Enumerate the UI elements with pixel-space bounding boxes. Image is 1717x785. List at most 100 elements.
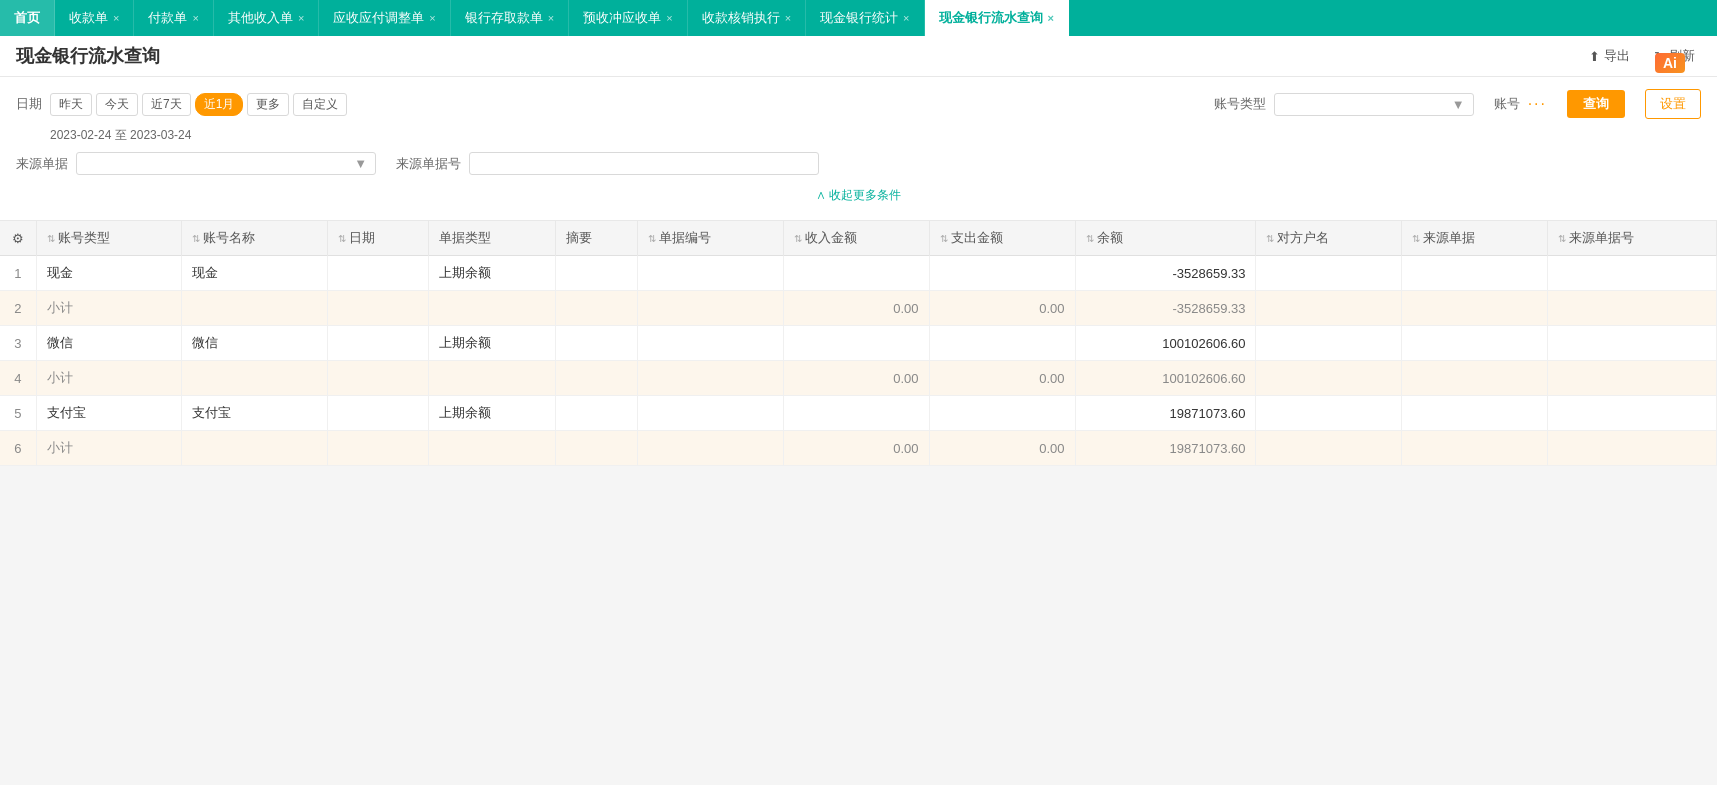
cell-account-type: 微信 <box>36 326 182 361</box>
page-title: 现金银行流水查询 <box>16 44 160 68</box>
cell-account-type: 现金 <box>36 256 182 291</box>
cell-counterpart <box>1256 361 1402 396</box>
source-doc-no-input[interactable] <box>469 152 819 175</box>
filter-area: 日期 昨天 今天 近7天 近1月 更多 自定义 账号类型 ▼ 账号 ··· 查询… <box>0 77 1717 221</box>
cell-counterpart <box>1256 326 1402 361</box>
ai-badge[interactable]: Ai <box>1655 53 1685 73</box>
account-more-button[interactable]: ··· <box>1528 95 1547 113</box>
cell-doc-no <box>637 431 783 466</box>
cell-expense <box>929 326 1075 361</box>
sort-icon: ⇅ <box>1412 233 1420 244</box>
table-row: 4小计0.000.00100102606.60 <box>0 361 1717 396</box>
date-btn-custom[interactable]: 自定义 <box>293 93 347 116</box>
close-icon[interactable]: × <box>548 12 554 24</box>
cell-account-name: 支付宝 <box>182 396 328 431</box>
nav-item-flow-query[interactable]: 现金银行流水查询 × <box>925 0 1069 36</box>
date-btn-today[interactable]: 今天 <box>96 93 138 116</box>
export-button[interactable]: ⬆ 导出 <box>1583 45 1636 67</box>
col-header-income[interactable]: ⇅收入金额 <box>783 221 929 256</box>
col-header-expense[interactable]: ⇅支出金额 <box>929 221 1075 256</box>
close-icon[interactable]: × <box>666 12 672 24</box>
col-header-account-name[interactable]: ⇅账号名称 <box>182 221 328 256</box>
date-buttons: 昨天 今天 近7天 近1月 更多 自定义 <box>50 93 347 116</box>
settings-button[interactable]: 设置 <box>1645 89 1701 119</box>
close-icon[interactable]: × <box>785 12 791 24</box>
settings-column-header[interactable]: ⚙ <box>0 221 36 256</box>
nav-item-home[interactable]: 首页 <box>0 0 55 36</box>
cell-account-type: 小计 <box>36 291 182 326</box>
col-header-date[interactable]: ⇅日期 <box>328 221 429 256</box>
cell-source-doc-no <box>1548 256 1717 291</box>
cell-balance: 100102606.60 <box>1075 361 1256 396</box>
date-btn-more[interactable]: 更多 <box>247 93 289 116</box>
cell-doc-type <box>429 291 556 326</box>
col-header-source-doc-no[interactable]: ⇅来源单据号 <box>1548 221 1717 256</box>
source-doc-select[interactable]: ▼ <box>76 152 376 175</box>
cell-source-doc <box>1402 291 1548 326</box>
close-icon[interactable]: × <box>429 12 435 24</box>
sort-icon: ⇅ <box>1086 233 1094 244</box>
col-header-balance[interactable]: ⇅余额 <box>1075 221 1256 256</box>
nav-item-other-income[interactable]: 其他收入单 × <box>214 0 319 36</box>
cell-doc-no <box>637 291 783 326</box>
nav-item-verify[interactable]: 收款核销执行 × <box>688 0 806 36</box>
cell-source-doc <box>1402 326 1548 361</box>
cell-doc-type: 上期余额 <box>429 256 556 291</box>
cell-source-doc <box>1402 256 1548 291</box>
nav-item-bank[interactable]: 银行存取款单 × <box>451 0 569 36</box>
export-icon: ⬆ <box>1589 49 1600 64</box>
header-bar: 现金银行流水查询 ⬆ 导出 ↻ 刷新 Ai <box>0 36 1717 77</box>
source-doc-filter-group: 来源单据 ▼ <box>16 152 376 175</box>
account-label: 账号 <box>1494 95 1520 113</box>
row-number: 1 <box>0 256 36 291</box>
cell-doc-no <box>637 256 783 291</box>
nav-item-payment[interactable]: 付款单 × <box>134 0 213 36</box>
col-header-counterpart[interactable]: ⇅对方户名 <box>1256 221 1402 256</box>
nav-item-prepay[interactable]: 预收冲应收单 × <box>569 0 687 36</box>
sort-icon: ⇅ <box>1266 233 1274 244</box>
cell-counterpart <box>1256 256 1402 291</box>
table-row: 1现金现金上期余额-3528659.33 <box>0 256 1717 291</box>
nav-item-receipt[interactable]: 收款单 × <box>55 0 134 36</box>
row-number: 4 <box>0 361 36 396</box>
collapse-bar[interactable]: ∧ 收起更多条件 <box>16 183 1701 208</box>
data-table: ⚙ ⇅账号类型 ⇅账号名称 ⇅日期 单据类型 摘要 ⇅单据编号 ⇅收入金额 <box>0 221 1717 466</box>
source-doc-no-filter-group: 来源单据号 <box>396 152 819 175</box>
query-button[interactable]: 查询 <box>1567 90 1625 118</box>
date-btn-7days[interactable]: 近7天 <box>142 93 191 116</box>
sort-icon: ⇅ <box>1558 233 1566 244</box>
close-icon[interactable]: × <box>192 12 198 24</box>
close-icon[interactable]: × <box>113 12 119 24</box>
row-number: 3 <box>0 326 36 361</box>
cell-account-type: 支付宝 <box>36 396 182 431</box>
cell-doc-type <box>429 431 556 466</box>
col-header-doc-no[interactable]: ⇅单据编号 <box>637 221 783 256</box>
source-doc-label: 来源单据 <box>16 155 68 173</box>
nav-item-stats[interactable]: 现金银行统计 × <box>806 0 924 36</box>
close-icon[interactable]: × <box>298 12 304 24</box>
account-type-filter-group: 账号类型 ▼ <box>1214 93 1474 116</box>
account-type-select[interactable]: ▼ <box>1274 93 1474 116</box>
source-doc-no-label: 来源单据号 <box>396 155 461 173</box>
nav-item-adjustment[interactable]: 应收应付调整单 × <box>319 0 450 36</box>
sort-icon: ⇅ <box>338 233 346 244</box>
cell-income: 0.00 <box>783 291 929 326</box>
date-range-display: 2023-02-24 至 2023-03-24 <box>50 128 191 142</box>
table-row: 2小计0.000.00-3528659.33 <box>0 291 1717 326</box>
close-icon[interactable]: × <box>1048 12 1054 24</box>
chevron-down-icon: ▼ <box>354 156 367 171</box>
cell-expense <box>929 256 1075 291</box>
sort-icon: ⇅ <box>192 233 200 244</box>
cell-date <box>328 431 429 466</box>
sort-icon: ⇅ <box>47 233 55 244</box>
close-icon[interactable]: × <box>903 12 909 24</box>
col-header-account-type[interactable]: ⇅账号类型 <box>36 221 182 256</box>
cell-summary <box>556 431 638 466</box>
account-type-label: 账号类型 <box>1214 95 1266 113</box>
cell-income: 0.00 <box>783 361 929 396</box>
date-btn-1month[interactable]: 近1月 <box>195 93 244 116</box>
col-header-source-doc[interactable]: ⇅来源单据 <box>1402 221 1548 256</box>
date-btn-yesterday[interactable]: 昨天 <box>50 93 92 116</box>
table-row: 3微信微信上期余额100102606.60 <box>0 326 1717 361</box>
cell-balance: 100102606.60 <box>1075 326 1256 361</box>
